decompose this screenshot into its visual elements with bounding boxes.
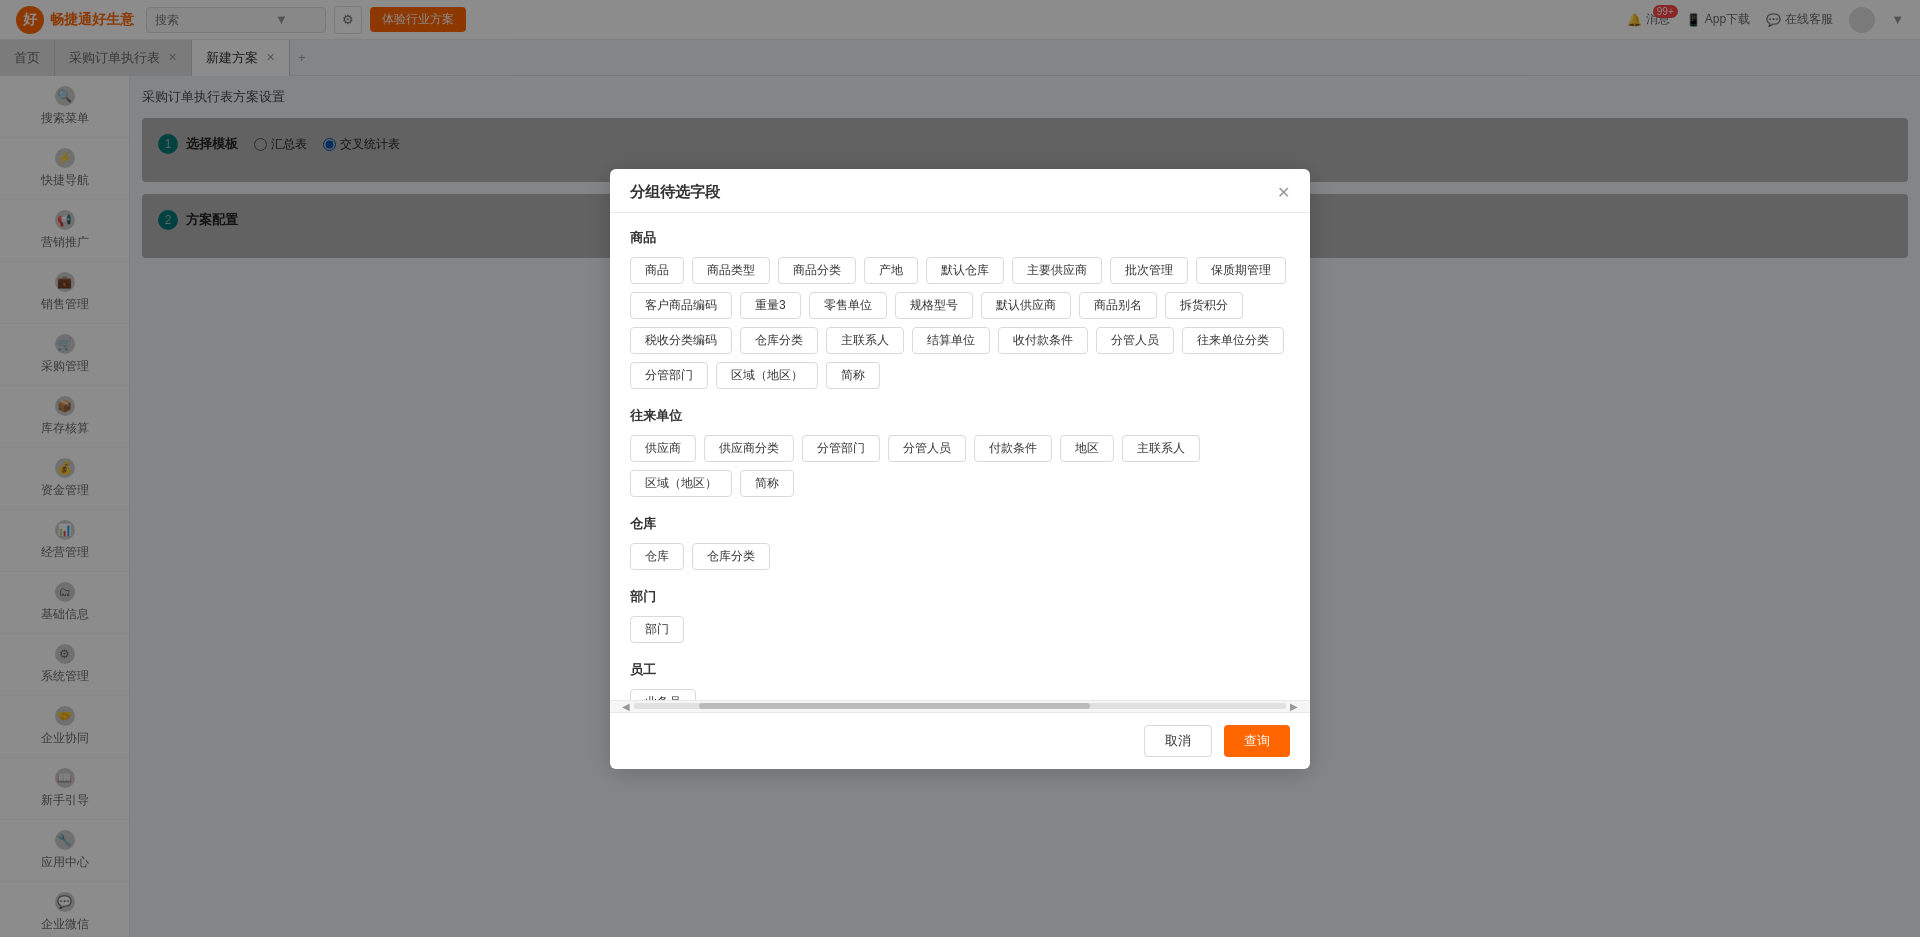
section-dept: 部门 部门 — [630, 588, 1290, 643]
horizontal-scrollbar-thumb[interactable] — [699, 703, 1090, 709]
field-tag-product[interactable]: 商品 — [630, 257, 684, 284]
field-tag-product-category[interactable]: 商品分类 — [778, 257, 856, 284]
scroll-right-arrow[interactable]: ▶ — [1286, 701, 1302, 712]
field-tag-product-alias[interactable]: 商品别名 — [1079, 292, 1157, 319]
section-product: 商品 商品 商品类型 商品分类 产地 默认仓库 主要供应商 批次管理 保质期管理… — [630, 229, 1290, 389]
section-employee-title: 员工 — [630, 661, 1290, 679]
field-tag-partner-category[interactable]: 往来单位分类 — [1182, 327, 1284, 354]
field-tag-shelf-life[interactable]: 保质期管理 — [1196, 257, 1286, 284]
section-warehouse: 仓库 仓库 仓库分类 — [630, 515, 1290, 570]
field-tag-main-supplier[interactable]: 主要供应商 — [1012, 257, 1102, 284]
field-tag-region[interactable]: 区域（地区） — [716, 362, 818, 389]
field-tag-warehouse-cat[interactable]: 仓库分类 — [692, 543, 770, 570]
modal-overlay: 分组待选字段 ✕ 商品 商品 商品类型 商品分类 产地 默认仓库 主要供应商 批… — [0, 0, 1920, 937]
field-tag-spec-model[interactable]: 规格型号 — [895, 292, 973, 319]
section-warehouse-tags: 仓库 仓库分类 — [630, 543, 1290, 570]
modal-scrollbar[interactable]: ◀ ▶ — [610, 700, 1310, 712]
section-partner: 往来单位 供应商 供应商分类 分管部门 分管人员 付款条件 地区 主联系人 区域… — [630, 407, 1290, 497]
section-dept-title: 部门 — [630, 588, 1290, 606]
cancel-button[interactable]: 取消 — [1144, 725, 1212, 757]
field-tag-partner-contact[interactable]: 主联系人 — [1122, 435, 1200, 462]
field-tag-customer-code[interactable]: 客户商品编码 — [630, 292, 732, 319]
field-tag-warehouse-category[interactable]: 仓库分类 — [740, 327, 818, 354]
field-tag-payment-terms[interactable]: 收付款条件 — [998, 327, 1088, 354]
field-tag-weight3[interactable]: 重量3 — [740, 292, 801, 319]
field-tag-supplier-category[interactable]: 供应商分类 — [704, 435, 794, 462]
field-tag-salesperson[interactable]: 业务员 — [630, 689, 696, 700]
modal-footer: 取消 查询 — [610, 712, 1310, 769]
field-tag-warehouse[interactable]: 仓库 — [630, 543, 684, 570]
horizontal-scrollbar[interactable] — [634, 703, 1286, 709]
field-tag-partner-region[interactable]: 区域（地区） — [630, 470, 732, 497]
confirm-button[interactable]: 查询 — [1224, 725, 1290, 757]
field-tag-partner-dept[interactable]: 分管部门 — [802, 435, 880, 462]
section-employee-tags: 业务员 — [630, 689, 1290, 700]
section-partner-title: 往来单位 — [630, 407, 1290, 425]
section-partner-tags: 供应商 供应商分类 分管部门 分管人员 付款条件 地区 主联系人 区域（地区） … — [630, 435, 1290, 497]
field-tag-settlement-unit[interactable]: 结算单位 — [912, 327, 990, 354]
field-tag-payment-condition[interactable]: 付款条件 — [974, 435, 1052, 462]
field-select-modal: 分组待选字段 ✕ 商品 商品 商品类型 商品分类 产地 默认仓库 主要供应商 批… — [610, 169, 1310, 769]
field-tag-supervisor[interactable]: 分管人员 — [1096, 327, 1174, 354]
field-tag-supplier[interactable]: 供应商 — [630, 435, 696, 462]
field-tag-origin[interactable]: 产地 — [864, 257, 918, 284]
modal-close-button[interactable]: ✕ — [1277, 183, 1290, 202]
section-warehouse-title: 仓库 — [630, 515, 1290, 533]
scroll-left-arrow[interactable]: ◀ — [618, 701, 634, 712]
field-tag-main-contact[interactable]: 主联系人 — [826, 327, 904, 354]
field-tag-tax-code[interactable]: 税收分类编码 — [630, 327, 732, 354]
modal-header: 分组待选字段 ✕ — [610, 169, 1310, 213]
section-product-tags: 商品 商品类型 商品分类 产地 默认仓库 主要供应商 批次管理 保质期管理 客户… — [630, 257, 1290, 389]
field-tag-default-supplier[interactable]: 默认供应商 — [981, 292, 1071, 319]
field-tag-manage-dept[interactable]: 分管部门 — [630, 362, 708, 389]
field-tag-batch-manage[interactable]: 批次管理 — [1110, 257, 1188, 284]
field-tag-product-type[interactable]: 商品类型 — [692, 257, 770, 284]
field-tag-split-points[interactable]: 拆货积分 — [1165, 292, 1243, 319]
field-tag-partner-supervisor[interactable]: 分管人员 — [888, 435, 966, 462]
section-product-title: 商品 — [630, 229, 1290, 247]
modal-title: 分组待选字段 — [630, 183, 720, 202]
field-tag-dept[interactable]: 部门 — [630, 616, 684, 643]
field-tag-partner-short[interactable]: 简称 — [740, 470, 794, 497]
modal-body[interactable]: 商品 商品 商品类型 商品分类 产地 默认仓库 主要供应商 批次管理 保质期管理… — [610, 213, 1310, 700]
field-tag-default-warehouse[interactable]: 默认仓库 — [926, 257, 1004, 284]
section-dept-tags: 部门 — [630, 616, 1290, 643]
field-tag-short-name[interactable]: 简称 — [826, 362, 880, 389]
field-tag-area[interactable]: 地区 — [1060, 435, 1114, 462]
section-employee: 员工 业务员 — [630, 661, 1290, 700]
field-tag-retail-unit[interactable]: 零售单位 — [809, 292, 887, 319]
